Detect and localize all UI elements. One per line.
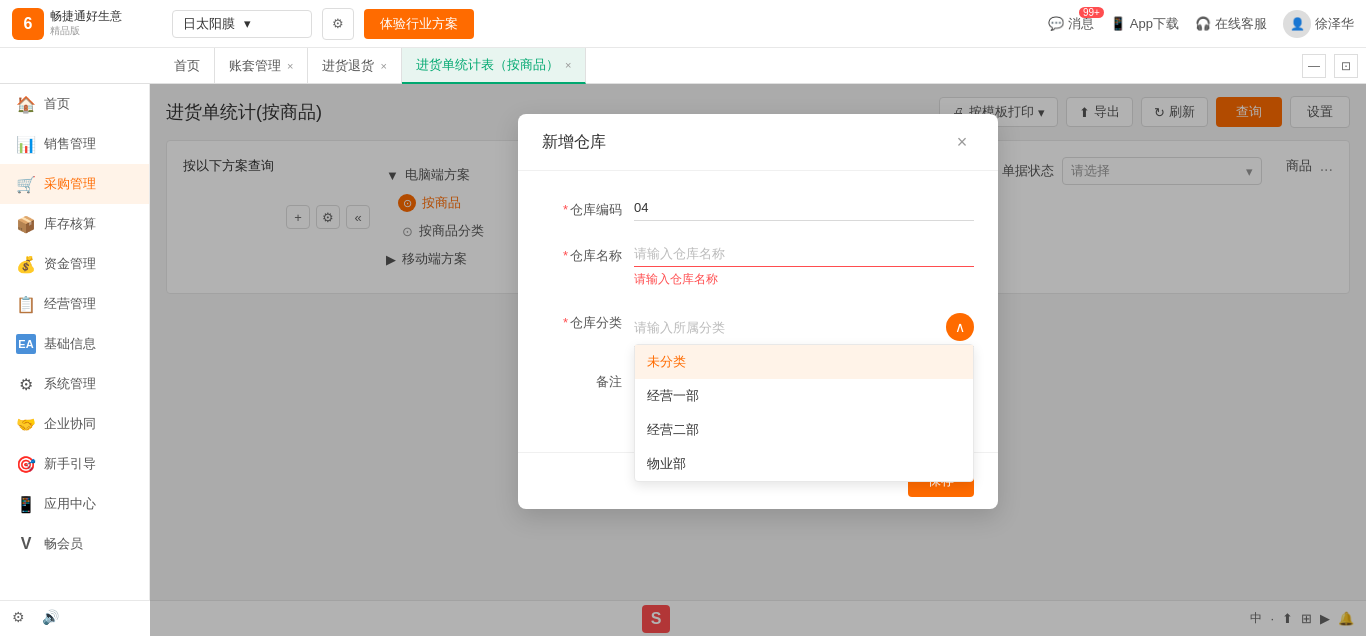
- form-row-category: 仓库分类 ∧ 未分类: [542, 308, 974, 347]
- enterprise-icon: 🤝: [16, 414, 36, 434]
- dropdown-item-dept1[interactable]: 经营一部: [635, 379, 973, 413]
- dialog-close-button[interactable]: ×: [950, 130, 974, 154]
- guide-icon: 🎯: [16, 454, 36, 474]
- header-right: 💬 消息 99+ 📱 App下载 🎧 在线客服 👤 徐泽华: [1048, 10, 1354, 38]
- main-layout: 🏠 首页 📊 销售管理 🛒 采购管理 📦 库存核算 💰 资金管理 📋 经营管理 …: [0, 84, 1366, 636]
- tab-minimize-button[interactable]: —: [1302, 54, 1326, 78]
- home-icon: 🏠: [16, 94, 36, 114]
- tab-purchase-stat[interactable]: 进货单统计表（按商品） ×: [402, 48, 586, 84]
- sidebar-item-apps[interactable]: 📱 应用中心: [0, 484, 149, 524]
- system-icon: ⚙: [16, 374, 36, 394]
- category-label: 仓库分类: [542, 308, 622, 332]
- tab-close-purchase-stat[interactable]: ×: [565, 59, 571, 71]
- page-content: 进货单统计(按商品) 🖨 按模板打印 ▾ ⬆ 导出 ↻ 刷新 查询 设置: [150, 84, 1366, 636]
- operations-icon: 📋: [16, 294, 36, 314]
- category-dropdown: 未分类 经营一部 经营二部 物业部: [634, 344, 974, 482]
- logo-icon: 6: [12, 8, 44, 40]
- gear-icon: ⚙: [332, 16, 344, 31]
- store-selector[interactable]: 日太阳膜 ▾: [172, 10, 312, 38]
- sidebar-item-finance[interactable]: 💰 资金管理: [0, 244, 149, 284]
- sidebar-item-sales[interactable]: 📊 销售管理: [0, 124, 149, 164]
- dialog-header: 新增仓库 ×: [518, 114, 998, 171]
- sidebar-item-home[interactable]: 🏠 首页: [0, 84, 149, 124]
- basic-info-icon: EA: [16, 334, 36, 354]
- sidebar-item-vip[interactable]: V 畅会员: [0, 524, 149, 564]
- category-input[interactable]: [634, 320, 946, 335]
- settings-button[interactable]: ⚙: [322, 8, 354, 40]
- name-error-msg: 请输入仓库名称: [634, 271, 974, 288]
- apps-icon: 📱: [16, 494, 36, 514]
- name-field-wrap: 请输入仓库名称: [634, 241, 974, 288]
- close-icon: ×: [957, 132, 968, 153]
- avatar: 👤: [1283, 10, 1311, 38]
- name-label: 仓库名称: [542, 241, 622, 265]
- form-row-name: 仓库名称 请输入仓库名称: [542, 241, 974, 288]
- volume-icon[interactable]: 🔊: [42, 609, 62, 629]
- logo-text: 畅捷通好生意: [50, 9, 122, 25]
- tab-close-accounts[interactable]: ×: [287, 60, 293, 72]
- dropdown-item-dept2[interactable]: 经营二部: [635, 413, 973, 447]
- tab-purchase-return[interactable]: 进货退货 ×: [308, 48, 401, 84]
- sidebar-item-operations[interactable]: 📋 经营管理: [0, 284, 149, 324]
- sidebar-item-purchase[interactable]: 🛒 采购管理: [0, 164, 149, 204]
- dropdown-item-unclassified[interactable]: 未分类: [635, 345, 973, 379]
- sidebar-item-inventory[interactable]: 📦 库存核算: [0, 204, 149, 244]
- logo-sub: 精品版: [50, 24, 122, 38]
- new-warehouse-dialog: 新增仓库 × 仓库编码 仓库名称: [518, 114, 998, 509]
- tab-expand-button[interactable]: ⊡: [1334, 54, 1358, 78]
- dropdown-item-dept3[interactable]: 物业部: [635, 447, 973, 481]
- user-area[interactable]: 👤 徐泽华: [1283, 10, 1354, 38]
- tab-bar-right: — ⊡: [1302, 54, 1366, 78]
- logo-area: 6 畅捷通好生意 精品版: [12, 8, 162, 40]
- tab-bar: 首页 账套管理 × 进货退货 × 进货单统计表（按商品） × — ⊡: [0, 48, 1366, 84]
- dialog-body: 仓库编码 仓库名称 请输入仓库名称 仓库分类: [518, 171, 998, 452]
- app-download-button[interactable]: 📱 App下载: [1110, 15, 1179, 33]
- sidebar: 🏠 首页 📊 销售管理 🛒 采购管理 📦 库存核算 💰 资金管理 📋 经营管理 …: [0, 84, 150, 636]
- dialog-title: 新增仓库: [542, 132, 606, 153]
- top-header: 6 畅捷通好生意 精品版 日太阳膜 ▾ ⚙ 体验行业方案 💬 消息 99+ 📱 …: [0, 0, 1366, 48]
- sidebar-item-system[interactable]: ⚙ 系统管理: [0, 364, 149, 404]
- sidebar-item-basic-info[interactable]: EA 基础信息: [0, 324, 149, 364]
- purchase-icon: 🛒: [16, 174, 36, 194]
- message-badge: 99+: [1079, 7, 1104, 18]
- headphone-icon: 🎧: [1195, 16, 1211, 31]
- category-selector-wrap: ∧ 未分类 经营一部 经营二部: [634, 308, 974, 347]
- bottom-left-icons: ⚙ 🔊: [12, 609, 62, 629]
- modal-overlay: 新增仓库 × 仓库编码 仓库名称: [150, 84, 1366, 636]
- form-row-code: 仓库编码: [542, 195, 974, 221]
- finance-icon: 💰: [16, 254, 36, 274]
- message-button[interactable]: 💬 消息 99+: [1048, 15, 1094, 33]
- sidebar-item-guide[interactable]: 🎯 新手引导: [0, 444, 149, 484]
- tab-accounts[interactable]: 账套管理 ×: [215, 48, 308, 84]
- sidebar-item-enterprise[interactable]: 🤝 企业协同: [0, 404, 149, 444]
- online-service-button[interactable]: 🎧 在线客服: [1195, 15, 1267, 33]
- tab-close-purchase-return[interactable]: ×: [380, 60, 386, 72]
- sales-icon: 📊: [16, 134, 36, 154]
- vip-icon: V: [16, 534, 36, 554]
- message-icon: 💬: [1048, 16, 1064, 31]
- trial-button[interactable]: 体验行业方案: [364, 9, 474, 39]
- inventory-icon: 📦: [16, 214, 36, 234]
- category-toggle-button[interactable]: ∧: [946, 313, 974, 341]
- code-input[interactable]: [634, 195, 974, 221]
- name-input[interactable]: [634, 241, 974, 267]
- remarks-label: 备注: [542, 367, 622, 391]
- category-selector[interactable]: ∧: [634, 308, 974, 347]
- code-label: 仓库编码: [542, 195, 622, 219]
- tab-home[interactable]: 首页: [160, 48, 215, 84]
- settings-bottom-icon[interactable]: ⚙: [12, 609, 32, 629]
- app-icon: 📱: [1110, 16, 1126, 31]
